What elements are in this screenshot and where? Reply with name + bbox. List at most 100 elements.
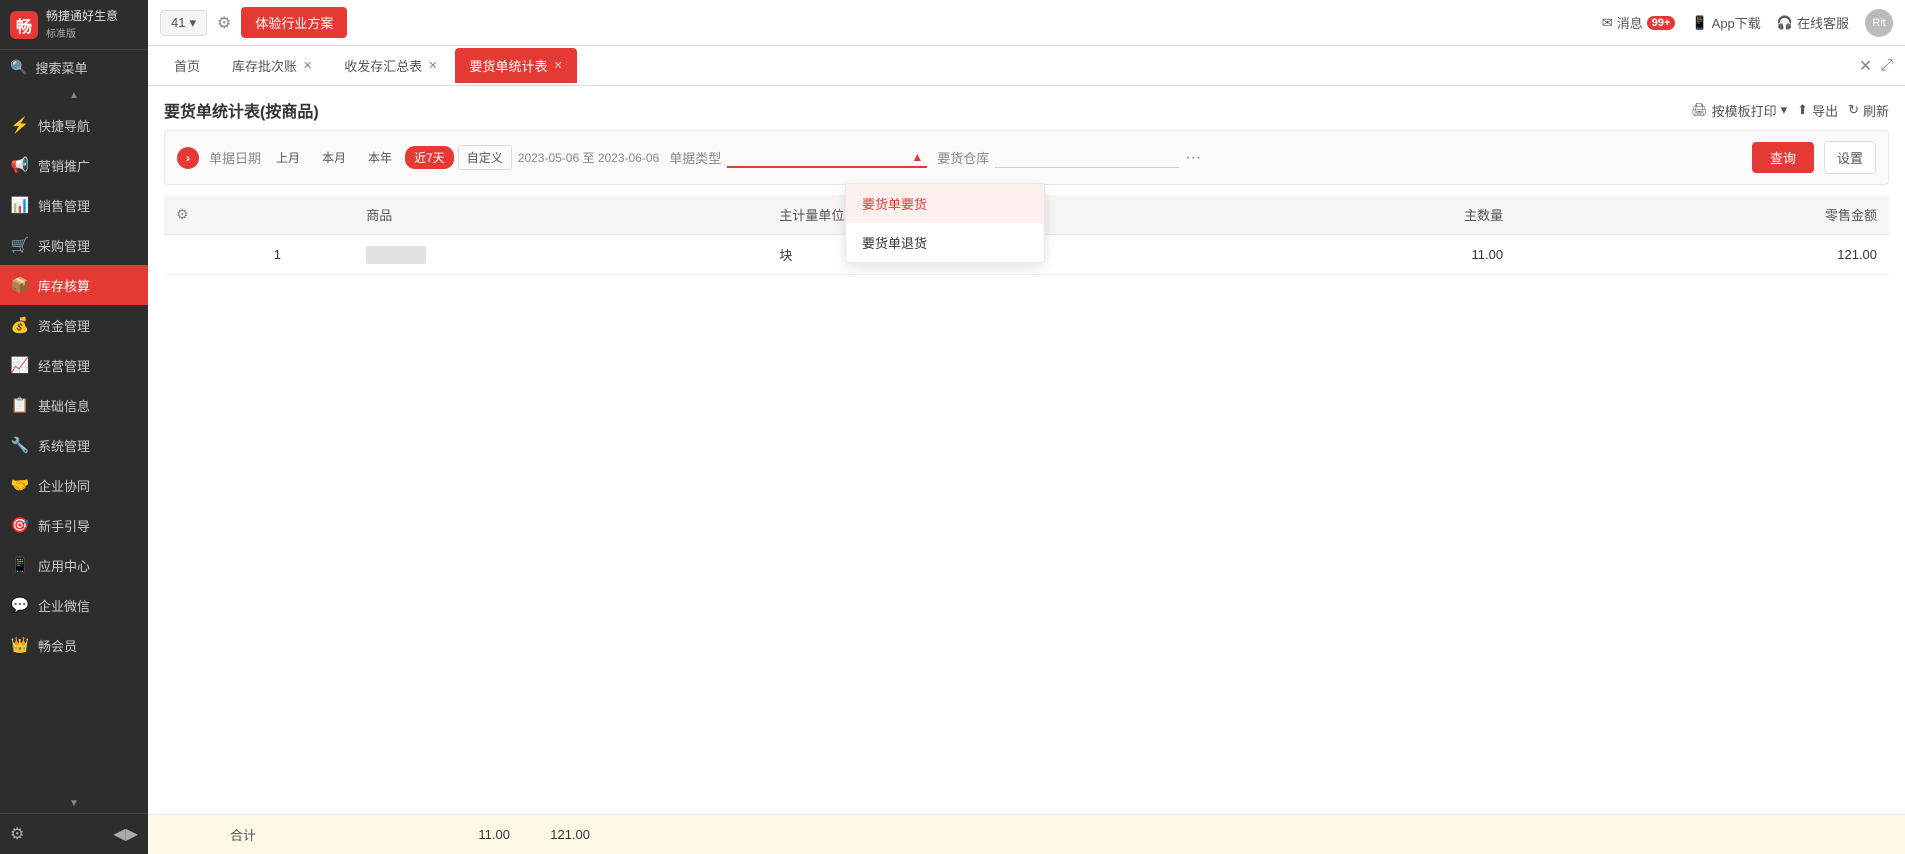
filter-type-item: 单据类型 ▲ xyxy=(669,147,927,168)
sidebar-scroll-up[interactable]: ▲ xyxy=(0,85,148,105)
refresh-icon: ↻ xyxy=(1848,102,1859,118)
tab-home[interactable]: 首页 xyxy=(160,48,214,83)
filter-this-month-btn[interactable]: 本月 xyxy=(313,145,355,170)
logo-icon: 畅 xyxy=(10,11,38,39)
sidebar-item-wechat[interactable]: 💬 企业微信 xyxy=(0,585,148,625)
column-settings-icon[interactable]: ⚙ xyxy=(176,206,189,222)
th-quantity: 主数量 xyxy=(1205,195,1515,235)
tab-receive-summary-close[interactable]: ✕ xyxy=(428,59,437,72)
row-product xyxy=(354,235,767,275)
app-version: 标准版 xyxy=(46,25,118,40)
trial-button[interactable]: 体验行业方案 xyxy=(241,7,347,38)
sidebar-item-purchase[interactable]: 🛒 采购管理 xyxy=(0,225,148,265)
app-download-item[interactable]: 📱 App下载 xyxy=(1691,13,1760,32)
sidebar-item-member[interactable]: 👑 畅会员 xyxy=(0,625,148,665)
row-index: 1 xyxy=(201,235,355,275)
type-dropdown: 要货单要货 要货单退货 xyxy=(845,183,1045,263)
total-label: 合计 xyxy=(230,825,290,844)
filter-warehouse-selector[interactable] xyxy=(995,148,1179,168)
tab-home-label: 首页 xyxy=(174,56,200,75)
page-header-actions: 🖨 按模板打印 ▾ ⬆ 导出 ↻ 刷新 xyxy=(1691,101,1889,120)
filter-custom-btn[interactable]: 自定义 xyxy=(458,145,512,170)
message-label: 消息 xyxy=(1617,13,1643,32)
print-template-btn[interactable]: 🖨 按模板打印 ▾ xyxy=(1691,101,1787,120)
sidebar-item-cooperation[interactable]: 🤝 企业协同 xyxy=(0,465,148,505)
sidebar-item-label: 应用中心 xyxy=(38,556,138,575)
sidebar-item-marketing[interactable]: 📢 营销推广 xyxy=(0,145,148,185)
dropdown-item-order-goods[interactable]: 要货单要货 xyxy=(846,184,1044,223)
marketing-icon: 📢 xyxy=(10,155,30,175)
tab-maximize-icon[interactable]: ⤢ xyxy=(1880,57,1893,75)
sidebar-item-label: 资金管理 xyxy=(38,316,138,335)
sidebar-item-guide[interactable]: 🎯 新手引导 xyxy=(0,505,148,545)
total-amount: 121.00 xyxy=(510,827,590,842)
sidebar-item-app-center[interactable]: 📱 应用中心 xyxy=(0,545,148,585)
purchase-icon: 🛒 xyxy=(10,235,30,255)
sidebar: 畅 畅捷通好生意 标准版 🔍 搜索菜单 ▲ ⚡ 快捷导航 📢 营销推广 📊 销售… xyxy=(0,0,148,854)
filter-date-btns: 上月 本月 本年 近7天 自定义 xyxy=(267,145,512,170)
sidebar-item-quick-nav[interactable]: ⚡ 快捷导航 xyxy=(0,105,148,145)
sidebar-item-inventory[interactable]: 📦 库存核算 xyxy=(0,265,148,305)
filter-recent7-btn[interactable]: 近7天 xyxy=(405,146,454,169)
member-icon: 👑 xyxy=(10,635,30,655)
wechat-icon: 💬 xyxy=(10,595,30,615)
print-dropdown-icon: ▾ xyxy=(1781,102,1788,118)
sidebar-item-label: 畅会员 xyxy=(38,636,138,655)
filter-type-selector[interactable]: ▲ xyxy=(727,147,927,168)
th-amount: 零售金额 xyxy=(1515,195,1889,235)
tab-order-summary-close[interactable]: ✕ xyxy=(554,59,563,72)
collapse-icon[interactable]: ◀▶ xyxy=(113,824,138,844)
tab-inventory-batch[interactable]: 库存批次账 ✕ xyxy=(218,48,326,83)
sidebar-item-finance[interactable]: 💰 资金管理 xyxy=(0,305,148,345)
tab-receive-summary[interactable]: 收发存汇总表 ✕ xyxy=(330,48,451,83)
sidebar-item-label: 采购管理 xyxy=(38,236,138,255)
finance-icon: 💰 xyxy=(10,315,30,335)
tabs-actions: ✕ ⤢ xyxy=(1859,56,1893,76)
app-center-icon: 📱 xyxy=(10,555,30,575)
filter-settings-btn[interactable]: 设置 xyxy=(1824,141,1876,174)
sidebar-item-label: 基础信息 xyxy=(38,396,138,415)
sidebar-item-label: 营销推广 xyxy=(38,156,138,175)
filter-warehouse-label: 要货仓库 xyxy=(937,148,989,167)
filter-prev-month-btn[interactable]: 上月 xyxy=(267,145,309,170)
message-item[interactable]: ✉ 消息 99+ xyxy=(1602,13,1676,32)
filter-more-btn[interactable]: ··· xyxy=(1185,149,1201,167)
tab-inventory-batch-close[interactable]: ✕ xyxy=(303,59,312,72)
sidebar-item-sales[interactable]: 📊 销售管理 xyxy=(0,185,148,225)
sidebar-search[interactable]: 🔍 搜索菜单 xyxy=(0,50,148,85)
refresh-label: 刷新 xyxy=(1863,101,1889,120)
store-dropdown-icon: ▾ xyxy=(189,15,196,31)
row-settings-cell xyxy=(164,235,201,275)
page-title: 要货单统计表(按商品) xyxy=(164,98,319,122)
store-selector[interactable]: 41 ▾ xyxy=(160,10,207,36)
tab-close-all-icon[interactable]: ✕ xyxy=(1859,56,1872,76)
inventory-icon: 📦 xyxy=(10,275,30,295)
message-badge: 99+ xyxy=(1647,16,1676,30)
sidebar-scroll-down[interactable]: ▼ xyxy=(0,793,148,813)
search-icon: 🔍 xyxy=(10,59,27,76)
sidebar-item-operations[interactable]: 📈 经营管理 xyxy=(0,345,148,385)
online-service-item[interactable]: 🎧 在线客服 xyxy=(1777,13,1849,32)
row-quantity: 11.00 xyxy=(1205,235,1515,275)
filter-this-year-btn[interactable]: 本年 xyxy=(359,145,401,170)
sidebar-item-basic-info[interactable]: 📋 基础信息 xyxy=(0,385,148,425)
sidebar-item-system[interactable]: 🔧 系统管理 xyxy=(0,425,148,465)
filter-expand-btn[interactable]: › xyxy=(177,147,199,169)
dropdown-item-order-return[interactable]: 要货单退货 xyxy=(846,223,1044,262)
filter-type-input[interactable] xyxy=(731,149,907,164)
sidebar-item-label: 新手引导 xyxy=(38,516,138,535)
user-avatar[interactable]: Rit xyxy=(1865,9,1893,37)
message-icon: ✉ xyxy=(1602,15,1613,31)
tab-receive-summary-label: 收发存汇总表 xyxy=(344,56,422,75)
settings-icon[interactable]: ⚙ xyxy=(10,824,24,844)
filter-query-btn[interactable]: 查询 xyxy=(1752,142,1814,173)
tab-order-summary[interactable]: 要货单统计表 ✕ xyxy=(455,48,576,83)
sidebar-nav: ⚡ 快捷导航 📢 营销推广 📊 销售管理 🛒 采购管理 📦 库存核算 💰 资金管… xyxy=(0,105,148,793)
export-btn[interactable]: ⬆ 导出 xyxy=(1797,101,1838,120)
header-gear-icon[interactable]: ⚙ xyxy=(217,13,231,33)
filter-date-item: 单据日期 上月 本月 本年 近7天 自定义 2023-05-06 至 2023-… xyxy=(209,145,659,170)
sidebar-item-label: 库存核算 xyxy=(38,276,138,295)
sidebar-item-label: 企业微信 xyxy=(38,596,138,615)
refresh-btn[interactable]: ↻ 刷新 xyxy=(1848,101,1889,120)
filter-warehouse-input[interactable] xyxy=(999,150,1175,165)
